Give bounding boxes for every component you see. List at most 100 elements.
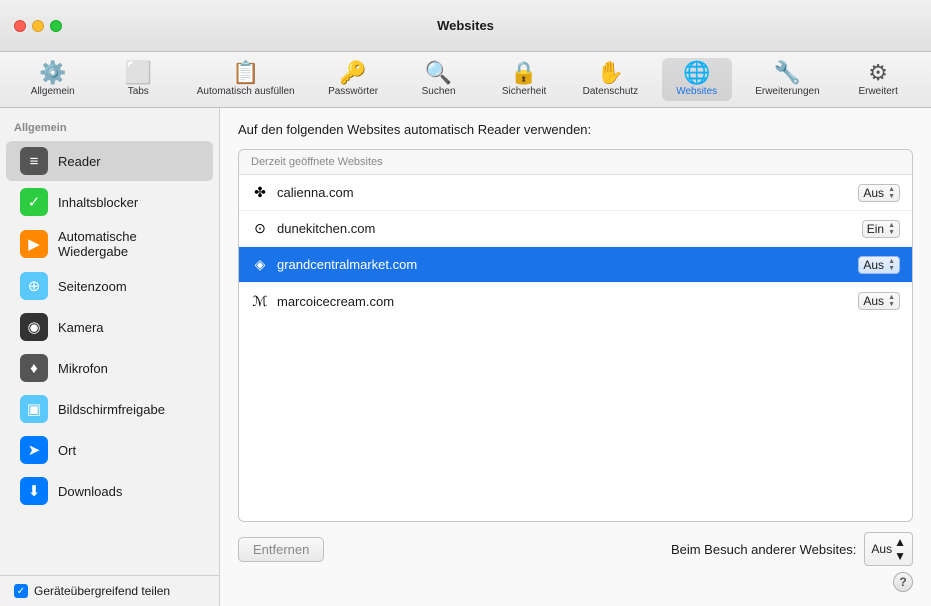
sidebar-bottom: ✓ Geräteübergreifend teilen <box>0 575 219 606</box>
toolbar-label-advanced: Erweitert <box>858 86 897 97</box>
sidebar-item-label-downloads: Downloads <box>58 484 122 499</box>
toolbar-icon-extensions: 🔧 <box>774 62 801 84</box>
sidebar-item-downloads[interactable]: ⬇ Downloads <box>6 471 213 511</box>
main-content: Allgemein ≡Reader✓Inhaltsblocker▶Automat… <box>0 108 931 606</box>
sidebar-item-ort[interactable]: ➤Ort <box>6 430 213 470</box>
panel-description: Auf den folgenden Websites automatisch R… <box>238 122 913 137</box>
site-name-row3: grandcentralmarket.com <box>277 257 858 272</box>
sidebar-icon-reader: ≡ <box>20 147 48 175</box>
toolbar-label-security: Sicherheit <box>502 86 546 97</box>
site-select-row2[interactable]: Ein ▲▼ <box>862 220 900 238</box>
toolbar-item-advanced[interactable]: ⚙ Erweitert <box>843 58 913 101</box>
sidebar-icon-downloads: ⬇ <box>20 477 48 505</box>
toolbar-item-extensions[interactable]: 🔧Erweiterungen <box>747 58 827 101</box>
sidebar-icon-ort: ➤ <box>20 436 48 464</box>
site-select-value-row3: Aus <box>863 258 884 272</box>
site-icon-row2: ⊙ <box>251 220 269 238</box>
toolbar-item-tabs[interactable]: ⬜Tabs <box>103 58 173 101</box>
close-button[interactable] <box>14 20 26 32</box>
sidebar-item-mikrofon[interactable]: ♦ Mikrofon <box>6 348 213 388</box>
table-body: ✤calienna.comAus▲▼⊙dunekitchen.comEin▲▼◈… <box>239 175 912 521</box>
other-websites-select[interactable]: Aus ▲▼ <box>864 532 913 566</box>
sidebar-item-label-auto_wiedergabe: Automatische Wiedergabe <box>58 229 199 259</box>
sidebar-item-label-mikrofon: Mikrofon <box>58 361 108 376</box>
toolbar-item-search[interactable]: 🔍 Suchen <box>404 58 474 101</box>
site-select-value-row1: Aus <box>863 186 884 200</box>
toolbar-icon-advanced: ⚙ <box>868 62 888 84</box>
sidebar-item-label-bildschirm: Bildschirmfreigabe <box>58 402 165 417</box>
minimize-button[interactable] <box>32 20 44 32</box>
sidebar-icon-bildschirm: ▣ <box>20 395 48 423</box>
remove-button[interactable]: Entfernen <box>238 537 324 562</box>
maximize-button[interactable] <box>50 20 62 32</box>
sidebar-item-kamera[interactable]: ◉ Kamera <box>6 307 213 347</box>
toolbar-item-websites[interactable]: 🌐 Websites <box>662 58 732 101</box>
sidebar-icon-kamera: ◉ <box>20 313 48 341</box>
site-select-row1[interactable]: Aus ▲▼ <box>858 184 900 202</box>
sidebar-item-label-inhaltsblocker: Inhaltsblocker <box>58 195 138 210</box>
checkbox-label: Geräteübergreifend teilen <box>34 584 170 598</box>
table-row-row4[interactable]: ℳmarcoicecream.com Aus ▲▼ <box>239 283 912 319</box>
sidebar-item-reader[interactable]: ≡ Reader <box>6 141 213 181</box>
traffic-lights <box>14 20 62 32</box>
checkbox-wrap[interactable]: ✓ Geräteübergreifend teilen <box>14 584 170 598</box>
site-icon-row1: ✤ <box>251 184 269 202</box>
other-websites-control: Beim Besuch anderer Websites: Aus ▲▼ <box>671 532 913 566</box>
toolbar-label-autofill: Automatisch ausfüllen <box>197 86 295 97</box>
toolbar-label-allgemein: Allgemein <box>31 86 75 97</box>
site-select-row4[interactable]: Aus ▲▼ <box>858 292 900 310</box>
sidebar-item-label-reader: Reader <box>58 154 101 169</box>
toolbar-icon-tabs: ⬜ <box>125 62 152 84</box>
toolbar-item-security[interactable]: 🔒 Sicherheit <box>489 58 559 101</box>
toolbar-icon-autofill: 📋 <box>232 62 259 84</box>
toolbar-item-allgemein[interactable]: ⚙️Allgemein <box>18 58 88 101</box>
sidebar-item-label-kamera: Kamera <box>58 320 104 335</box>
toolbar-item-passwords[interactable]: 🔑 Passwörter <box>318 58 388 101</box>
site-name-row1: calienna.com <box>277 185 858 200</box>
title-bar: Websites <box>0 0 931 52</box>
websites-table: Derzeit geöffnete Websites ✤ calienna.com… <box>238 149 913 522</box>
toolbar-label-passwords: Passwörter <box>328 86 378 97</box>
right-panel: Auf den folgenden Websites automatisch R… <box>220 108 931 606</box>
toolbar-icon-search: 🔍 <box>425 62 452 84</box>
site-name-row2: dunekitchen.com <box>277 221 862 236</box>
toolbar-icon-passwords: 🔑 <box>339 62 366 84</box>
site-select-value-row4: Aus <box>863 294 884 308</box>
window-title: Websites <box>437 18 494 33</box>
toolbar: ⚙️Allgemein ⬜Tabs 📋 Automatisch ausfüllen 🔑 P… <box>0 52 931 108</box>
toolbar-icon-security: 🔒 <box>510 62 537 84</box>
toolbar-label-privacy: Datenschutz <box>583 86 639 97</box>
site-select-value-row2: Ein <box>867 222 884 236</box>
other-websites-label: Beim Besuch anderer Websites: <box>671 542 856 557</box>
toolbar-label-websites: Websites <box>676 86 717 97</box>
table-row-row3[interactable]: ◈ grandcentralmarket.com Aus ▲▼ <box>239 247 912 283</box>
sidebar-icon-mikrofon: ♦ <box>20 354 48 382</box>
sidebar: Allgemein ≡Reader✓Inhaltsblocker▶Automat… <box>0 108 220 606</box>
sidebar-item-seitenzoom[interactable]: ⊕Seitenzoom <box>6 266 213 306</box>
checkbox-icon: ✓ <box>14 584 28 598</box>
site-name-row4: marcoicecream.com <box>277 294 858 309</box>
sidebar-item-label-seitenzoom: Seitenzoom <box>58 279 127 294</box>
site-icon-row4: ℳ <box>251 292 269 310</box>
site-select-row3[interactable]: Aus ▲▼ <box>858 256 900 274</box>
site-icon-row3: ◈ <box>251 256 269 274</box>
help-button[interactable]: ? <box>893 572 913 592</box>
help-button-wrap: ? <box>238 566 913 592</box>
toolbar-icon-privacy: ✋ <box>597 62 624 84</box>
table-row-row2[interactable]: ⊙ dunekitchen.com Ein ▲▼ <box>239 211 912 247</box>
toolbar-label-search: Suchen <box>422 86 456 97</box>
toolbar-item-privacy[interactable]: ✋ Datenschutz <box>575 58 647 101</box>
site-select-arrows-row1: ▲▼ <box>888 186 895 200</box>
table-header: Derzeit geöffnete Websites <box>239 150 912 175</box>
sidebar-item-inhaltsblocker[interactable]: ✓Inhaltsblocker <box>6 182 213 222</box>
toolbar-icon-websites: 🌐 <box>683 62 710 84</box>
other-websites-value: Aus <box>871 542 892 556</box>
bottom-bar: Entfernen Beim Besuch anderer Websites: … <box>238 532 913 566</box>
site-select-arrows-row4: ▲▼ <box>888 294 895 308</box>
sidebar-item-bildschirm[interactable]: ▣ Bildschirmfreigabe <box>6 389 213 429</box>
sidebar-item-auto_wiedergabe[interactable]: ▶Automatische Wiedergabe <box>6 223 213 265</box>
site-select-arrows-row3: ▲▼ <box>888 258 895 272</box>
table-row-row1[interactable]: ✤ calienna.com Aus ▲▼ <box>239 175 912 211</box>
toolbar-item-autofill[interactable]: 📋 Automatisch ausfüllen <box>189 58 303 101</box>
site-select-arrows-row2: ▲▼ <box>888 222 895 236</box>
